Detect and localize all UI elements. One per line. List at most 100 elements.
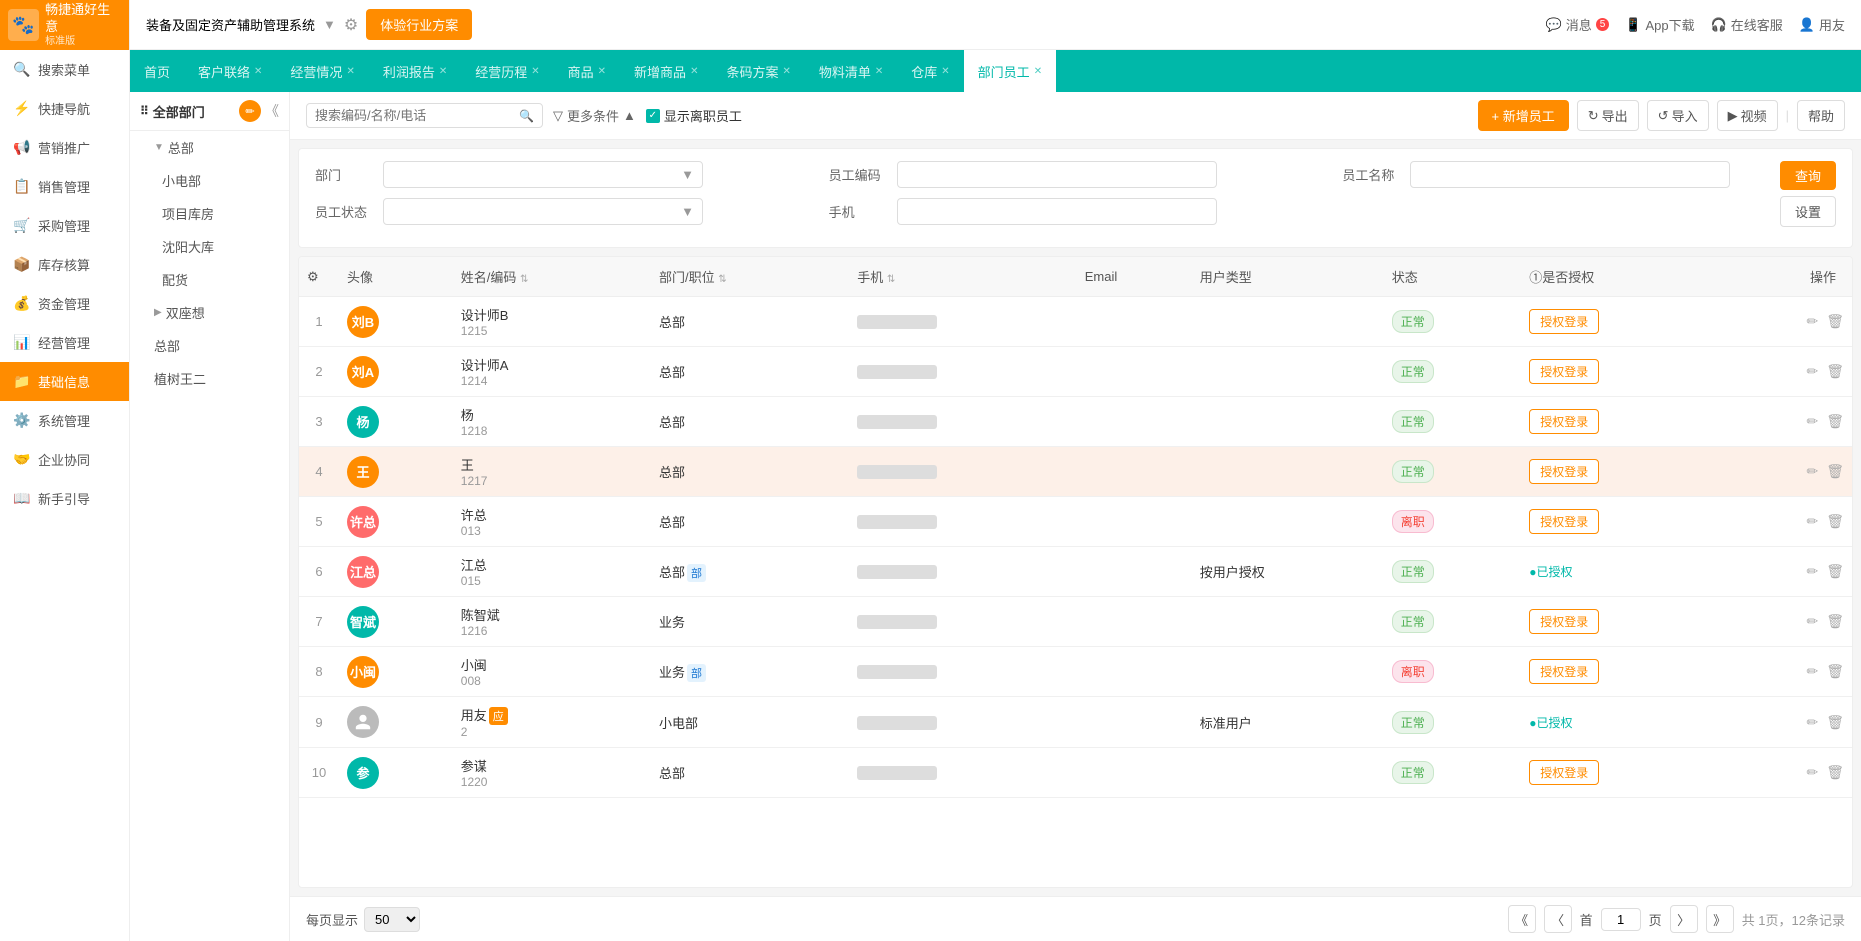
tree-item-hq2[interactable]: 总部 [130,329,289,362]
next-page-button[interactable]: 〉 [1670,905,1698,933]
edit-icon[interactable]: ✏ [1806,613,1818,630]
app-download-button[interactable]: 📱 App下载 [1625,15,1694,34]
tab-new-goods-close[interactable]: ✕ [690,66,698,77]
edit-icon[interactable]: ✏ [1806,513,1818,530]
tree-item-zhishu[interactable]: 植树王二 [130,362,289,395]
phone-input[interactable] [897,198,1217,225]
tree-item-xiaodian[interactable]: 小电部 [130,164,289,197]
auth-login-button[interactable]: 授权登录 [1529,760,1599,785]
edit-icon[interactable]: ✏ [1806,764,1818,781]
tab-warehouse-close[interactable]: ✕ [941,66,949,77]
auth-login-button[interactable]: 授权登录 [1529,459,1599,484]
sidebar-item-operations[interactable]: 📊 经营管理 [0,323,129,362]
auth-login-button[interactable]: 授权登录 [1529,309,1599,334]
delete-icon[interactable]: 🗑 [1826,513,1844,530]
search-input[interactable] [315,108,515,123]
first-page-button[interactable]: 《 [1508,905,1536,933]
filter-settings-button[interactable]: 设置 [1780,196,1836,227]
tab-bom-close[interactable]: ✕ [875,66,883,77]
delete-icon[interactable]: 🗑 [1826,714,1844,731]
user-profile[interactable]: 👤 用友 [1799,15,1845,34]
prev-page-button[interactable]: 〈 [1544,905,1572,933]
delete-icon[interactable]: 🗑 [1826,563,1844,580]
tab-profit[interactable]: 利润报告 ✕ [369,50,461,92]
tab-dept-staff-close[interactable]: ✕ [1034,66,1042,77]
search-icon[interactable] [519,108,534,123]
tab-warehouse[interactable]: 仓库 ✕ [897,50,963,92]
auth-login-button[interactable]: 授权登录 [1529,359,1599,384]
tab-history-close[interactable]: ✕ [531,66,539,77]
sidebar-item-search[interactable]: 🔍 搜索菜单 [0,50,129,89]
tree-item-shuangzuo[interactable]: ▶ 双座想 [130,296,289,329]
sidebar-item-inventory[interactable]: 📦 库存核算 [0,245,129,284]
add-employee-button[interactable]: + 新增员工 [1478,100,1569,131]
dept-select[interactable]: ▼ [383,161,703,188]
col-settings[interactable]: ⚙ [299,257,339,297]
tree-item-project[interactable]: 项目库房 [130,197,289,230]
last-page-button[interactable]: 》 [1706,905,1734,933]
edit-icon[interactable]: ✏ [1806,563,1818,580]
col-phone[interactable]: 手机 ⇅ [849,257,1077,297]
tree-item-general-hq[interactable]: ▼ 总部 [130,131,289,164]
online-service-button[interactable]: 🎧 在线客服 [1711,15,1783,34]
col-dept[interactable]: 部门/职位 ⇅ [651,257,849,297]
more-filter-button[interactable]: ▽ 更多条件 ▲ [553,106,636,125]
tab-operations-close[interactable]: ✕ [346,66,354,77]
tab-history[interactable]: 经营历程 ✕ [461,50,553,92]
tab-home[interactable]: 首页 [130,50,184,92]
trial-button[interactable]: 体验行业方案 [366,9,472,40]
tab-customer-close[interactable]: ✕ [254,66,262,77]
sidebar-item-collab[interactable]: 🤝 企业协同 [0,440,129,479]
chevron-down-icon[interactable]: ▼ [323,17,336,32]
tab-operations[interactable]: 经营情况 ✕ [276,50,368,92]
import-button[interactable]: ↺ 导入 [1647,100,1709,131]
collapse-panel-button[interactable]: 《 [265,101,279,121]
sidebar-item-guide[interactable]: 📖 新手引导 [0,479,129,518]
delete-icon[interactable]: 🗑 [1826,613,1844,630]
settings-icon[interactable]: ⚙ [344,15,358,35]
edit-icon[interactable]: ✏ [1806,363,1818,380]
tab-goods-close[interactable]: ✕ [598,66,606,77]
sidebar-item-basic-info[interactable]: 📁 基础信息 [0,362,129,401]
status-select[interactable]: ▼ [383,198,703,225]
edit-icon[interactable]: ✏ [1806,663,1818,680]
edit-dept-button[interactable]: ✏ [239,100,261,122]
auth-login-button[interactable]: 授权登录 [1529,509,1599,534]
auth-login-button[interactable]: 授权登录 [1529,659,1599,684]
tab-bom[interactable]: 物料清单 ✕ [805,50,897,92]
edit-icon[interactable]: ✏ [1806,463,1818,480]
sidebar-item-sales[interactable]: 📋 销售管理 [0,167,129,206]
delete-icon[interactable]: 🗑 [1826,663,1844,680]
page-size-select[interactable]: 50 100 [364,907,420,932]
tab-barcode[interactable]: 条码方案 ✕ [712,50,804,92]
delete-icon[interactable]: 🗑 [1826,413,1844,430]
delete-icon[interactable]: 🗑 [1826,313,1844,330]
sidebar-item-finance[interactable]: 💰 资金管理 [0,284,129,323]
export-button[interactable]: ↻ 导出 [1577,100,1639,131]
edit-icon[interactable]: ✏ [1806,413,1818,430]
tab-goods[interactable]: 商品 ✕ [554,50,620,92]
tab-new-goods[interactable]: 新增商品 ✕ [620,50,712,92]
sidebar-item-system[interactable]: ⚙️ 系统管理 [0,401,129,440]
tab-barcode-close[interactable]: ✕ [782,66,790,77]
tab-customer[interactable]: 客户联络 ✕ [184,50,276,92]
delete-icon[interactable]: 🗑 [1826,463,1844,480]
edit-icon[interactable]: ✏ [1806,714,1818,731]
help-button[interactable]: 帮助 [1797,100,1845,131]
show-resigned-checkbox[interactable]: ✓ 显示离职员工 [646,106,742,125]
message-button[interactable]: 💬 消息 5 [1546,15,1610,34]
query-button[interactable]: 查询 [1780,161,1836,190]
view-button[interactable]: ▶ 视频 [1717,100,1778,131]
auth-login-button[interactable]: 授权登录 [1529,609,1599,634]
delete-icon[interactable]: 🗑 [1826,363,1844,380]
col-name[interactable]: 姓名/编码 ⇅ [453,257,651,297]
tree-item-peihuo[interactable]: 配货 [130,263,289,296]
edit-icon[interactable]: ✏ [1806,313,1818,330]
tree-item-shenyang[interactable]: 沈阳大库 [130,230,289,263]
sidebar-item-quicknav[interactable]: ⚡ 快捷导航 [0,89,129,128]
employee-name-input[interactable] [1410,161,1730,188]
delete-icon[interactable]: 🗑 [1826,764,1844,781]
employee-code-input[interactable] [897,161,1217,188]
sidebar-item-marketing[interactable]: 📢 营销推广 [0,128,129,167]
sidebar-item-purchase[interactable]: 🛒 采购管理 [0,206,129,245]
